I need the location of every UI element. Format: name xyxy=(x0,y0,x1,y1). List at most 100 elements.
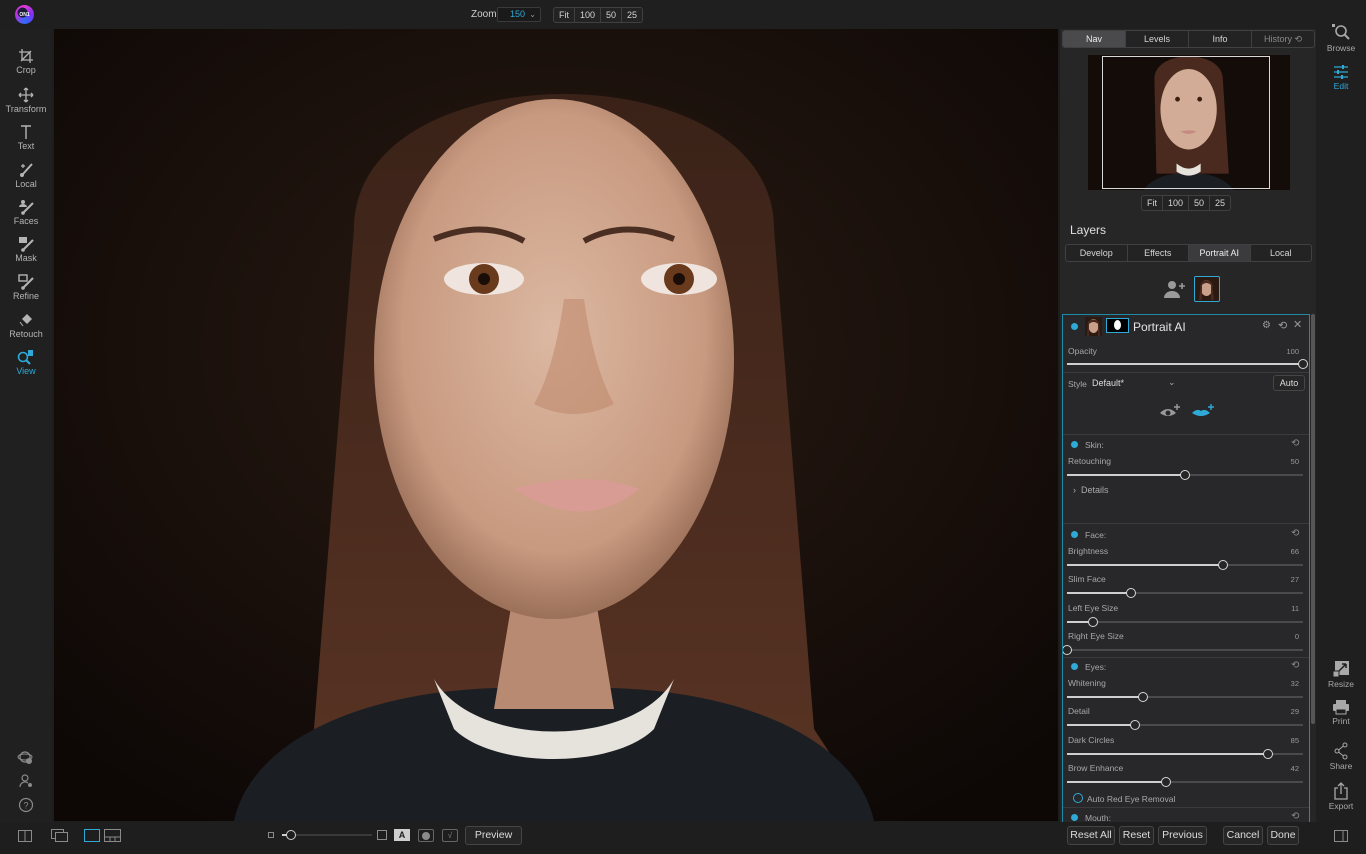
toggle-left-panel-button[interactable] xyxy=(18,830,32,845)
tool-retouch[interactable]: Retouch xyxy=(0,312,52,339)
auto-button[interactable]: Auto xyxy=(1273,375,1305,391)
tool-transform[interactable]: Transform xyxy=(0,87,52,114)
face-enabled-dot[interactable] xyxy=(1071,531,1078,538)
nav-fit-button[interactable]: Fit xyxy=(1142,196,1163,210)
module-export[interactable]: Export xyxy=(1316,782,1366,811)
zoom-100-button[interactable]: 100 xyxy=(575,8,601,22)
left-eye-size-slider[interactable] xyxy=(1067,621,1303,623)
reset-icon[interactable]: ⟲ xyxy=(1278,319,1287,332)
done-button[interactable]: Done xyxy=(1267,826,1299,845)
filmstrip-view-button[interactable] xyxy=(104,829,121,845)
nav-50-button[interactable]: 50 xyxy=(1189,196,1210,210)
mask-view-toggle[interactable] xyxy=(418,829,434,842)
eyes-enabled-dot[interactable] xyxy=(1071,663,1078,670)
tool-refine[interactable]: Refine xyxy=(0,274,52,301)
face-reset-icon[interactable]: ⟲ xyxy=(1291,528,1299,539)
add-mouth-button[interactable] xyxy=(1191,403,1215,422)
tab-levels[interactable]: Levels xyxy=(1126,31,1189,47)
history-undo-icon: ⟲ xyxy=(1294,34,1302,44)
previous-button[interactable]: Previous xyxy=(1158,826,1207,845)
tab-nav[interactable]: Nav xyxy=(1063,31,1126,47)
brow-enhance-slider[interactable] xyxy=(1067,781,1303,783)
tab-history[interactable]: History ⟲ xyxy=(1252,31,1314,47)
layer-enabled-dot[interactable] xyxy=(1071,323,1078,330)
nav-25-button[interactable]: 25 xyxy=(1210,196,1230,210)
navigator-view-frame[interactable] xyxy=(1102,56,1270,189)
portrait-ai-panel: Portrait AI ⚙ ⟲ ✕ Opacity 100 Style Defa… xyxy=(1062,314,1310,824)
preview-button[interactable]: Preview xyxy=(465,826,522,845)
skin-enabled-dot[interactable] xyxy=(1071,441,1078,448)
toggle-right-panel-button[interactable] xyxy=(1334,830,1348,845)
text-overlay-toggle[interactable]: A xyxy=(394,829,410,841)
module-resize[interactable]: Resize xyxy=(1316,660,1366,689)
skin-reset-icon[interactable]: ⟲ xyxy=(1291,438,1299,449)
tab-local[interactable]: Local xyxy=(1251,245,1312,261)
reset-all-button[interactable]: Reset All xyxy=(1067,826,1115,845)
opacity-slider[interactable] xyxy=(1067,363,1303,365)
tool-mask[interactable]: Mask xyxy=(0,236,52,263)
help-button[interactable]: ? xyxy=(0,797,52,814)
panel-scrollbar[interactable] xyxy=(1311,314,1315,724)
module-share[interactable]: Share xyxy=(1316,742,1366,771)
nav-100-button[interactable]: 100 xyxy=(1163,196,1189,210)
slim-face-slider[interactable] xyxy=(1067,592,1303,594)
right-eye-size-value: 0 xyxy=(1269,632,1299,641)
module-edit[interactable]: Edit xyxy=(1316,64,1366,91)
add-eye-button[interactable] xyxy=(1159,403,1181,422)
gear-icon[interactable]: ⚙ xyxy=(1262,320,1271,331)
zoom-50-button[interactable]: 50 xyxy=(601,8,622,22)
account-button[interactable] xyxy=(0,773,52,790)
move-icon xyxy=(18,87,34,103)
tool-crop[interactable]: Crop xyxy=(0,48,52,75)
zoom-fit-button[interactable]: Fit xyxy=(554,8,575,22)
layer-tabs: Develop Effects Portrait AI Local xyxy=(1065,244,1312,262)
layer-mask-thumbnail[interactable] xyxy=(1106,318,1129,333)
tab-info[interactable]: Info xyxy=(1189,31,1252,47)
detail-slider[interactable] xyxy=(1067,724,1303,726)
globe-settings-button[interactable] xyxy=(0,749,52,768)
close-icon[interactable]: ✕ xyxy=(1293,318,1302,331)
module-print[interactable]: Print xyxy=(1316,699,1366,726)
brightness-slider[interactable] xyxy=(1067,564,1303,566)
cancel-button[interactable]: Cancel xyxy=(1223,826,1263,845)
retouching-slider[interactable] xyxy=(1067,474,1303,476)
zoom-select[interactable]: 150⌄ xyxy=(497,7,541,22)
tab-portrait-ai[interactable]: Portrait AI xyxy=(1189,245,1251,261)
tab-effects[interactable]: Effects xyxy=(1128,245,1190,261)
mouth-enabled-dot[interactable] xyxy=(1071,814,1078,821)
right-eye-size-slider[interactable] xyxy=(1067,649,1303,651)
eyes-reset-icon[interactable]: ⟲ xyxy=(1291,660,1299,671)
single-view-button[interactable] xyxy=(84,829,100,845)
tool-view[interactable]: View xyxy=(0,349,52,376)
style-select[interactable]: Default*⌄ xyxy=(1092,378,1172,388)
circle-mask-icon xyxy=(422,832,430,840)
tool-text[interactable]: Text xyxy=(0,124,52,151)
dark-circles-label: Dark Circles xyxy=(1068,735,1114,745)
face-thumbnail-image xyxy=(1195,277,1218,300)
details-toggle[interactable]: › Details xyxy=(1073,485,1109,495)
tool-local[interactable]: Local xyxy=(0,162,52,189)
red-eye-checkbox[interactable] xyxy=(1073,793,1083,803)
thumbnail-size-slider[interactable] xyxy=(282,834,372,836)
compare-view-button[interactable] xyxy=(51,829,69,846)
reset-button[interactable]: Reset xyxy=(1119,826,1154,845)
dark-circles-slider[interactable] xyxy=(1067,753,1303,755)
module-label: Export xyxy=(1329,801,1354,811)
tab-develop[interactable]: Develop xyxy=(1066,245,1128,261)
app-logo-text: ON1 xyxy=(19,12,29,18)
face-thumbnail[interactable] xyxy=(1194,276,1220,302)
tool-label: Mask xyxy=(15,253,37,263)
clipping-toggle[interactable]: √ xyxy=(442,829,458,842)
brightness-value: 66 xyxy=(1269,547,1299,556)
refine-brush-icon xyxy=(18,274,34,290)
layer-thumbnail-image xyxy=(1085,317,1102,336)
whitening-slider[interactable] xyxy=(1067,696,1303,698)
zoom-presets: Fit 100 50 25 xyxy=(553,7,643,23)
photo-canvas[interactable] xyxy=(54,29,1058,821)
filmstrip-icon xyxy=(104,829,121,842)
zoom-25-button[interactable]: 25 xyxy=(622,8,642,22)
tool-faces[interactable]: Faces xyxy=(0,199,52,226)
mouth-reset-icon[interactable]: ⟲ xyxy=(1291,811,1299,822)
module-browse[interactable]: Browse xyxy=(1316,22,1366,53)
add-face-button[interactable] xyxy=(1164,280,1186,301)
